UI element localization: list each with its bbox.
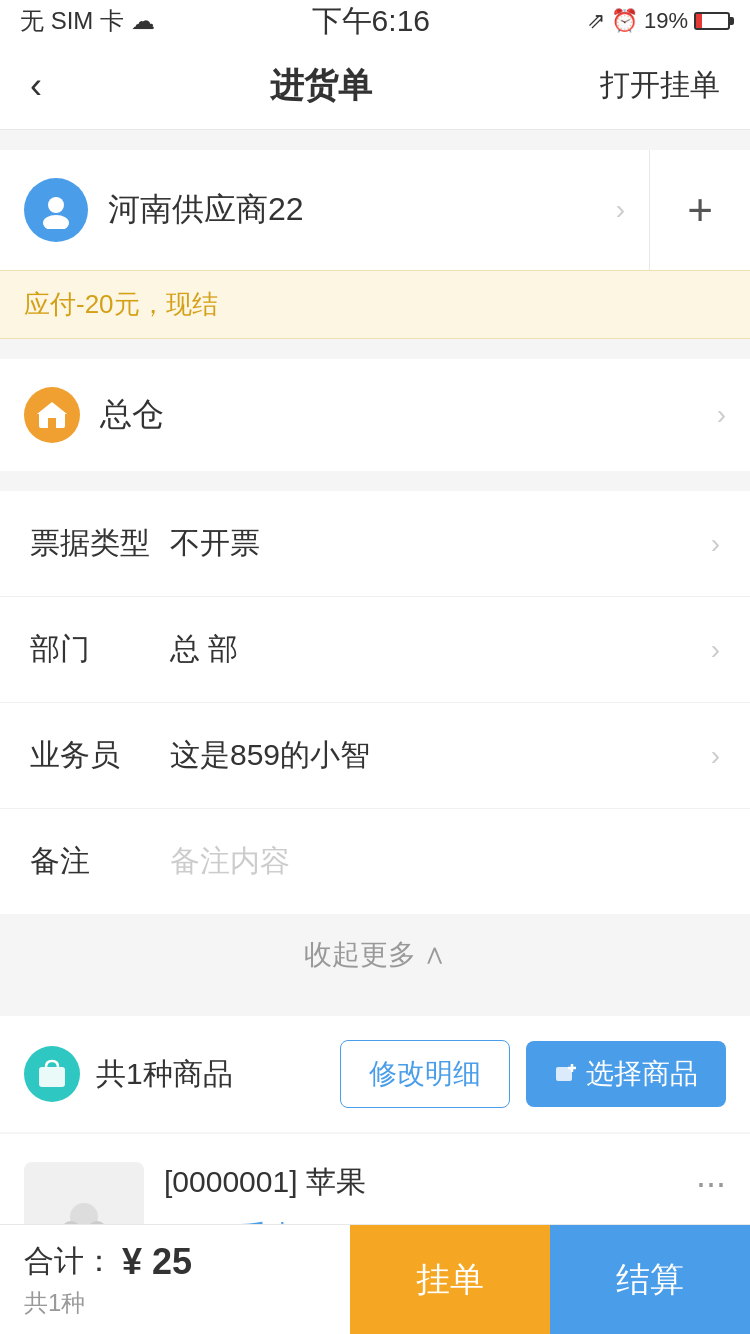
chevron-right-icon-5: › <box>711 740 720 772</box>
bottom-bar: 合计： ¥ 25 共1种 挂单 结算 <box>0 1224 750 1334</box>
ticket-type-value: 不开票 <box>170 523 711 564</box>
department-label: 部门 <box>30 629 170 670</box>
collapse-button[interactable]: 收起更多 ∧ <box>0 914 750 996</box>
supplier-name: 河南供应商22 <box>108 188 616 232</box>
chevron-right-icon-4: › <box>711 634 720 666</box>
product-more-button[interactable]: ··· <box>696 1162 726 1204</box>
supplier-avatar <box>24 178 88 242</box>
battery-label: 19% <box>644 8 688 34</box>
salesperson-row[interactable]: 业务员 这是859的小智 › <box>0 703 750 809</box>
product-name: [0000001] 苹果 <box>164 1162 676 1203</box>
notice-bar: 应付-20元，现结 <box>0 270 750 339</box>
warehouse-icon <box>24 387 80 443</box>
total-label: 合计： <box>24 1241 114 1282</box>
status-right: ⇗ ⏰ 19% <box>587 8 730 34</box>
product-icon <box>24 1046 80 1102</box>
supplier-section: 河南供应商22 › + <box>0 150 750 270</box>
status-bar: 无 SIM 卡 ☁ 下午6:16 ⇗ ⏰ 19% <box>0 0 750 42</box>
remark-input[interactable]: 备注内容 <box>170 841 720 882</box>
status-time: 下午6:16 <box>312 1 430 42</box>
chevron-right-icon-3: › <box>711 528 720 560</box>
gap-1 <box>0 130 750 150</box>
remark-row[interactable]: 备注 备注内容 <box>0 809 750 914</box>
ticket-type-row[interactable]: 票据类型 不开票 › <box>0 491 750 597</box>
total-amount: ¥ 25 <box>122 1241 192 1283</box>
svg-point-1 <box>43 215 69 229</box>
open-pending-button[interactable]: 打开挂单 <box>600 65 720 106</box>
select-product-label: 选择商品 <box>586 1055 698 1093</box>
select-product-button[interactable]: 选择商品 <box>526 1041 726 1107</box>
warehouse-name: 总仓 <box>100 393 717 437</box>
svg-rect-5 <box>39 1067 65 1087</box>
department-row[interactable]: 部门 总 部 › <box>0 597 750 703</box>
location-icon: ⇗ <box>587 8 605 34</box>
edit-detail-button[interactable]: 修改明细 <box>340 1040 510 1108</box>
bottom-total: 合计： ¥ 25 共1种 <box>0 1225 350 1334</box>
hang-order-button[interactable]: 挂单 <box>350 1225 550 1334</box>
svg-rect-4 <box>48 418 56 428</box>
product-count: 共1种商品 <box>96 1054 324 1095</box>
remark-label: 备注 <box>30 841 170 882</box>
svg-point-0 <box>48 197 64 213</box>
chevron-right-icon: › <box>616 194 625 226</box>
sim-label: 无 SIM 卡 ☁ <box>20 5 155 37</box>
chevron-right-icon-2: › <box>717 399 726 431</box>
total-amount-row: 合计： ¥ 25 <box>24 1241 326 1283</box>
department-value: 总 部 <box>170 629 711 670</box>
salesperson-value: 这是859的小智 <box>170 735 711 776</box>
total-sub: 共1种 <box>24 1287 326 1319</box>
salesperson-label: 业务员 <box>30 735 170 776</box>
supplier-selector[interactable]: 河南供应商22 › <box>0 150 650 270</box>
alarm-icon: ⏰ <box>611 8 638 34</box>
form-section: 票据类型 不开票 › 部门 总 部 › 业务员 这是859的小智 › 备注 备注… <box>0 491 750 914</box>
product-header: 共1种商品 修改明细 选择商品 <box>0 1016 750 1132</box>
status-left: 无 SIM 卡 ☁ <box>20 5 155 37</box>
ticket-type-label: 票据类型 <box>30 523 170 564</box>
warehouse-section[interactable]: 总仓 › <box>0 359 750 471</box>
battery-icon <box>694 12 730 30</box>
svg-marker-3 <box>37 402 67 414</box>
checkout-button[interactable]: 结算 <box>550 1225 750 1334</box>
nav-bar: ‹ 进货单 打开挂单 <box>0 42 750 130</box>
add-supplier-button[interactable]: + <box>650 150 750 270</box>
page-title: 进货单 <box>270 63 372 109</box>
back-button[interactable]: ‹ <box>30 65 42 107</box>
